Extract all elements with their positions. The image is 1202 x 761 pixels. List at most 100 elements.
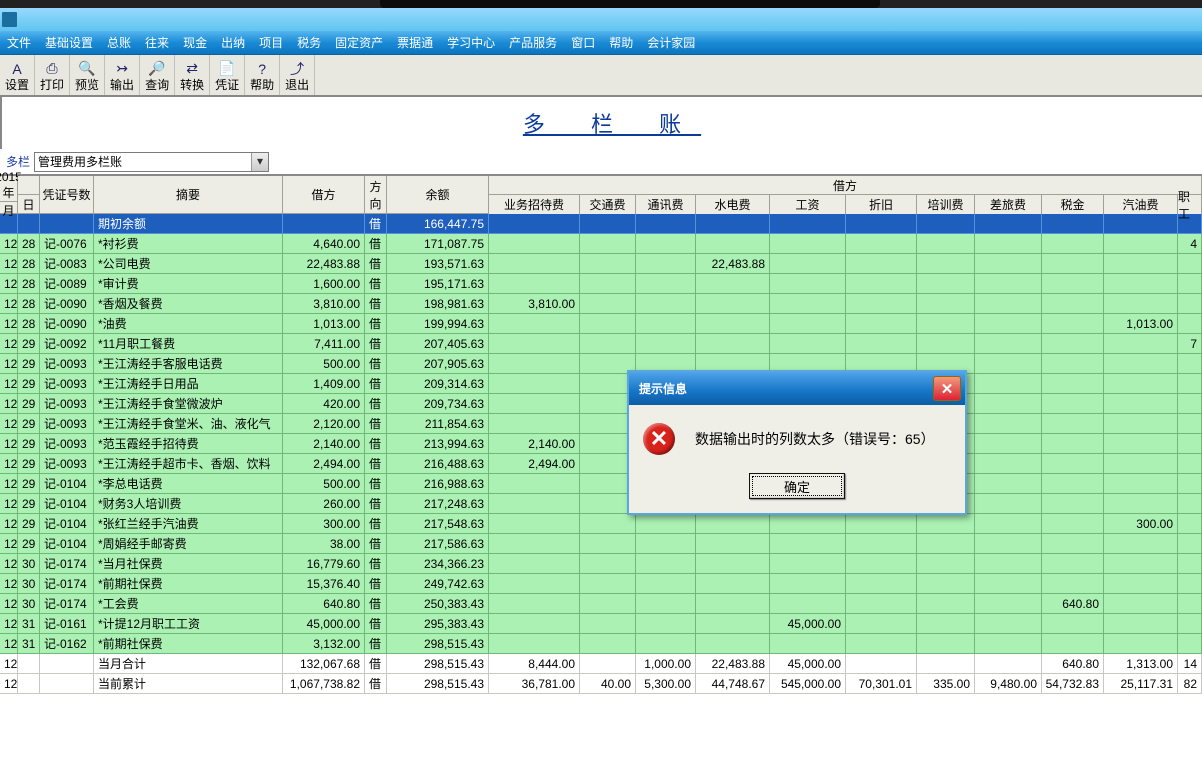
toolbar-button[interactable]: ↣输出: [105, 55, 140, 95]
col-balance[interactable]: 余额: [387, 176, 489, 214]
ok-button[interactable]: 确定: [749, 473, 845, 499]
cell: [975, 234, 1042, 254]
menu-item[interactable]: 固定资产: [328, 31, 390, 55]
col-sub[interactable]: 交通费: [580, 195, 636, 214]
multi-column-combo[interactable]: 管理费用多栏账 ▾: [34, 152, 269, 172]
打印-icon: ⎙: [46, 60, 57, 78]
cell: [1042, 414, 1104, 434]
chevron-down-icon[interactable]: ▾: [251, 153, 268, 171]
cell: 30: [18, 594, 40, 614]
col-sub[interactable]: 通讯费: [636, 195, 696, 214]
menu-item[interactable]: 基础设置: [38, 31, 100, 55]
table-row[interactable]: 1228记-0090*香烟及餐费3,810.00借198,981.633,810…: [0, 294, 1202, 314]
menu-item[interactable]: 总账: [100, 31, 138, 55]
menu-item[interactable]: 文件: [0, 31, 38, 55]
col-direction[interactable]: 方向: [365, 176, 387, 214]
menu-item[interactable]: 帮助: [602, 31, 640, 55]
col-voucher[interactable]: 凭证号数: [40, 176, 94, 214]
menu-item[interactable]: 现金: [176, 31, 214, 55]
col-month[interactable]: 2015年月: [0, 176, 18, 214]
table-row[interactable]: 1230记-0174*前期社保费15,376.40借249,742.63: [0, 574, 1202, 594]
cell: [846, 314, 917, 334]
menu-item[interactable]: 会计家园: [640, 31, 702, 55]
dialog-titlebar[interactable]: 提示信息 ✕: [629, 372, 965, 405]
cell: 40.00: [580, 674, 636, 694]
toolbar-button[interactable]: A设置: [0, 55, 35, 95]
cell: [1104, 234, 1178, 254]
cell: [636, 214, 696, 234]
col-day[interactable]: 日: [18, 176, 40, 214]
menu-item[interactable]: 项目: [252, 31, 290, 55]
table-row[interactable]: 1229记-0093*王江涛经手超市卡、香烟、饮料2,494.00借216,48…: [0, 454, 1202, 474]
cell: [846, 634, 917, 654]
menu-item[interactable]: 学习中心: [440, 31, 502, 55]
col-sub[interactable]: 培训费: [917, 195, 975, 214]
window-titlebar[interactable]: [0, 8, 1202, 31]
cell: [1042, 474, 1104, 494]
toolbar-label: 帮助: [250, 78, 274, 92]
cell: [636, 634, 696, 654]
col-sub[interactable]: 折旧: [846, 195, 917, 214]
col-sub[interactable]: 差旅费: [975, 195, 1042, 214]
col-sub[interactable]: 汽油费: [1104, 195, 1178, 214]
cell: 1,013.00: [283, 314, 365, 334]
table-row[interactable]: 1230记-0174*工会费640.80借250,383.43640.80: [0, 594, 1202, 614]
col-sub[interactable]: 业务招待费: [489, 195, 580, 214]
toolbar-button[interactable]: ⤴退出: [280, 55, 315, 95]
table-row[interactable]: 1228记-0083*公司电费22,483.88借193,571.6322,48…: [0, 254, 1202, 274]
cell: 12: [0, 614, 18, 634]
toolbar-button[interactable]: 🔍预览: [70, 55, 105, 95]
col-summary[interactable]: 摘要: [94, 176, 283, 214]
table-row[interactable]: 1229记-0093*王江涛经手日用品1,409.00借209,314.63: [0, 374, 1202, 394]
cell: [917, 334, 975, 354]
cell: [636, 614, 696, 634]
cell: 29: [18, 414, 40, 434]
table-row[interactable]: 1228记-0090*油费1,013.00借199,994.631,013.00: [0, 314, 1202, 334]
menu-item[interactable]: 出纳: [214, 31, 252, 55]
cell: 29: [18, 514, 40, 534]
col-sub[interactable]: 工资: [770, 195, 846, 214]
toolbar-button[interactable]: 📄凭证: [210, 55, 245, 95]
table-row[interactable]: 1230记-0174*当月社保费16,779.60借234,366.23: [0, 554, 1202, 574]
table-row[interactable]: 1228记-0089*审计费1,600.00借195,171.63: [0, 274, 1202, 294]
menu-item[interactable]: 窗口: [564, 31, 602, 55]
cell: 当月合计: [94, 654, 283, 674]
table-row[interactable]: 1229记-0092*11月职工餐费7,411.00借207,405.637: [0, 334, 1202, 354]
col-sub[interactable]: 水电费: [696, 195, 770, 214]
cell: [846, 334, 917, 354]
col-sub[interactable]: 税金: [1042, 195, 1104, 214]
menu-item[interactable]: 产品服务: [502, 31, 564, 55]
cell: 22,483.88: [696, 654, 770, 674]
table-row[interactable]: 1229记-0093*王江涛经手食堂米、油、液化气2,120.00借211,85…: [0, 414, 1202, 434]
cell: [580, 234, 636, 254]
table-row[interactable]: 1228记-0076*衬衫费4,640.00借171,087.754: [0, 234, 1202, 254]
col-sub[interactable]: 职工: [1178, 195, 1202, 214]
table-row[interactable]: 1231记-0161*计提12月职工工资45,000.00借295,383.43…: [0, 614, 1202, 634]
cell: 借: [365, 434, 387, 454]
menu-item[interactable]: 往来: [138, 31, 176, 55]
cell: 640.80: [1042, 654, 1104, 674]
table-row[interactable]: 1229记-0093*王江涛经手食堂微波炉420.00借209,734.63: [0, 394, 1202, 414]
cell: 借: [365, 414, 387, 434]
table-row[interactable]: 1229记-0104*张红兰经手汽油费300.00借217,548.63300.…: [0, 514, 1202, 534]
cell: *财务3人培训费: [94, 494, 283, 514]
table-row[interactable]: 12当前累计1,067,738.82借298,515.4336,781.0040…: [0, 674, 1202, 694]
menu-item[interactable]: 税务: [290, 31, 328, 55]
col-debit[interactable]: 借方: [283, 176, 365, 214]
table-row[interactable]: 1229记-0093*范玉霞经手招待费2,140.00借213,994.632,…: [0, 434, 1202, 454]
table-row[interactable]: 期初余额借166,447.75: [0, 214, 1202, 234]
toolbar-button[interactable]: ⎙打印: [35, 55, 70, 95]
menu-item[interactable]: 票据通: [390, 31, 440, 55]
table-row[interactable]: 1231记-0162*前期社保费3,132.00借298,515.43: [0, 634, 1202, 654]
toolbar-button[interactable]: ?帮助: [245, 55, 280, 95]
table-row[interactable]: 1229记-0093*王江涛经手客服电话费500.00借207,905.63: [0, 354, 1202, 374]
table-row[interactable]: 12当月合计132,067.68借298,515.438,444.001,000…: [0, 654, 1202, 674]
table-row[interactable]: 1229记-0104*财务3人培训费260.00借217,248.63: [0, 494, 1202, 514]
toolbar-button[interactable]: ⇄转换: [175, 55, 210, 95]
toolbar-button[interactable]: 🔎查询: [140, 55, 175, 95]
cell: 12: [0, 534, 18, 554]
table-row[interactable]: 1229记-0104*周娟经手邮寄费38.00借217,586.63: [0, 534, 1202, 554]
table-row[interactable]: 1229记-0104*李总电话费500.00借216,988.63: [0, 474, 1202, 494]
cell: [696, 594, 770, 614]
close-icon[interactable]: ✕: [933, 376, 961, 401]
